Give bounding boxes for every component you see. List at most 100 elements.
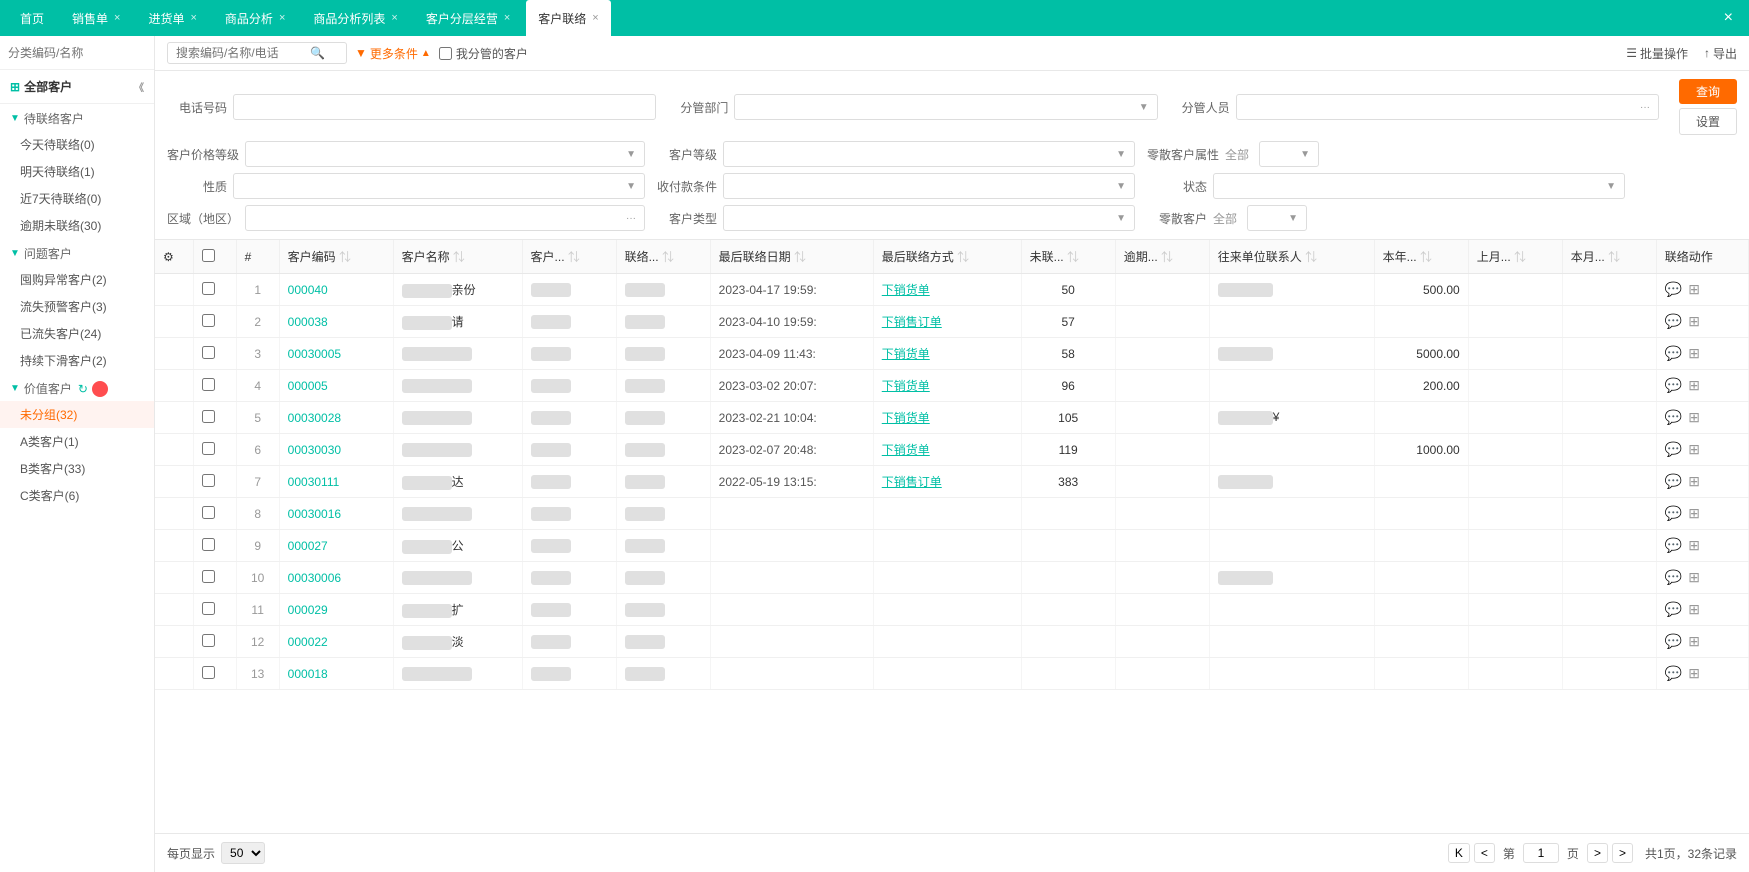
nav-product-analysis[interactable]: 商品分析 ×: [213, 0, 297, 36]
row-code[interactable]: 00030016: [279, 498, 393, 530]
row-code[interactable]: 000027: [279, 530, 393, 562]
row-last-contact-method[interactable]: 下销货单: [873, 434, 1021, 466]
close-product-analysis-list-tab[interactable]: ×: [391, 12, 397, 24]
phone-input[interactable]: [242, 100, 647, 114]
sidebar-group-problem[interactable]: ▼ 问题客户: [0, 239, 154, 266]
more-icon[interactable]: ⊞: [1688, 665, 1700, 682]
nav-sales[interactable]: 销售单 ×: [60, 0, 132, 36]
chat-icon[interactable]: 💬: [1665, 633, 1682, 650]
row-code[interactable]: 000005: [279, 370, 393, 402]
row-checkbox[interactable]: [194, 562, 237, 594]
row-select-checkbox[interactable]: [202, 282, 215, 295]
filter-select-customer-level[interactable]: ▼: [723, 141, 1135, 167]
chat-icon[interactable]: 💬: [1665, 665, 1682, 682]
col-customer-name[interactable]: 客户名称 ⇅: [393, 240, 522, 274]
chat-icon[interactable]: 💬: [1665, 441, 1682, 458]
col-last-contact-method[interactable]: 最后联络方式 ⇅: [873, 240, 1021, 274]
col-customer-type[interactable]: 客户... ⇅: [522, 240, 616, 274]
col-contact[interactable]: 联络... ⇅: [616, 240, 710, 274]
sidebar-item-unclassified[interactable]: 未分组(32): [0, 401, 154, 428]
more-icon[interactable]: ⊞: [1688, 441, 1700, 458]
row-checkbox[interactable]: [194, 466, 237, 498]
row-code[interactable]: 000022: [279, 626, 393, 658]
row-last-contact-method[interactable]: 下销货单: [873, 370, 1021, 402]
row-code[interactable]: 00030028: [279, 402, 393, 434]
row-select-checkbox[interactable]: [202, 474, 215, 487]
row-checkbox[interactable]: [194, 594, 237, 626]
row-code[interactable]: 000040: [279, 274, 393, 306]
next-page-btn[interactable]: >: [1587, 843, 1608, 863]
col-this-month[interactable]: 本月... ⇅: [1562, 240, 1656, 274]
row-last-contact-method[interactable]: 下销售订单: [873, 466, 1021, 498]
col-unit-contacts[interactable]: 往来单位联系人 ⇅: [1209, 240, 1374, 274]
row-checkbox[interactable]: [194, 530, 237, 562]
close-product-analysis-tab[interactable]: ×: [279, 12, 285, 24]
row-checkbox[interactable]: [194, 338, 237, 370]
row-last-contact-method[interactable]: [873, 658, 1021, 690]
sidebar-item-tomorrow-pending[interactable]: 明天待联络(1): [0, 158, 154, 185]
sidebar-group-value[interactable]: ▼ 价值客户 ↻: [0, 374, 154, 401]
col-overdue[interactable]: 逾期... ⇅: [1115, 240, 1209, 274]
chat-icon[interactable]: 💬: [1665, 345, 1682, 362]
filter-select-retail-customer[interactable]: ▼: [1247, 205, 1307, 231]
filter-select-dept[interactable]: ▼: [734, 94, 1157, 120]
row-select-checkbox[interactable]: [202, 538, 215, 551]
row-checkbox[interactable]: [194, 274, 237, 306]
row-last-contact-method[interactable]: [873, 626, 1021, 658]
chat-icon[interactable]: 💬: [1665, 537, 1682, 554]
sidebar-item-today-pending[interactable]: 今天待联络(0): [0, 131, 154, 158]
sidebar-group-pending[interactable]: ▼ 待联络客户: [0, 104, 154, 131]
row-select-checkbox[interactable]: [202, 314, 215, 327]
chat-icon[interactable]: 💬: [1665, 473, 1682, 490]
col-this-year[interactable]: 本年... ⇅: [1374, 240, 1468, 274]
sidebar-item-class-c[interactable]: C类客户(6): [0, 482, 154, 509]
nav-product-analysis-list[interactable]: 商品分析列表 ×: [301, 0, 409, 36]
more-icon[interactable]: ⊞: [1688, 377, 1700, 394]
row-code[interactable]: 000018: [279, 658, 393, 690]
more-icon[interactable]: ⊞: [1688, 345, 1700, 362]
chat-icon[interactable]: 💬: [1665, 409, 1682, 426]
sidebar-item-declining[interactable]: 持续下滑客户(2): [0, 347, 154, 374]
row-code[interactable]: 00030006: [279, 562, 393, 594]
row-select-checkbox[interactable]: [202, 378, 215, 391]
row-select-checkbox[interactable]: [202, 506, 215, 519]
row-code[interactable]: 000029: [279, 594, 393, 626]
sidebar-item-hoarding-abnormal[interactable]: 囤购异常客户(2): [0, 266, 154, 293]
chat-icon[interactable]: 💬: [1665, 313, 1682, 330]
col-no-contact[interactable]: 未联... ⇅: [1021, 240, 1115, 274]
chat-icon[interactable]: 💬: [1665, 281, 1682, 298]
sidebar-item-overdue-pending[interactable]: 逾期未联络(30): [0, 212, 154, 239]
first-page-btn[interactable]: K: [1448, 843, 1470, 863]
row-last-contact-method[interactable]: 下销货单: [873, 274, 1021, 306]
chat-icon[interactable]: 💬: [1665, 601, 1682, 618]
row-checkbox[interactable]: [194, 498, 237, 530]
filter-select-status[interactable]: ▼: [1213, 173, 1625, 199]
more-icon[interactable]: ⊞: [1688, 537, 1700, 554]
row-checkbox[interactable]: [194, 434, 237, 466]
page-size-select[interactable]: 50: [221, 842, 265, 864]
col-customer-code[interactable]: 客户编码 ⇅: [279, 240, 393, 274]
filter-select-payment[interactable]: ▼: [723, 173, 1135, 199]
col-settings[interactable]: ⚙: [155, 240, 194, 274]
last-page-btn[interactable]: >: [1612, 843, 1633, 863]
chat-icon[interactable]: 💬: [1665, 569, 1682, 586]
row-checkbox[interactable]: [194, 658, 237, 690]
sidebar-item-churn-warning[interactable]: 流失预警客户(3): [0, 293, 154, 320]
row-checkbox[interactable]: [194, 626, 237, 658]
nav-purchase[interactable]: 进货单 ×: [136, 0, 208, 36]
sidebar-item-churned[interactable]: 已流失客户(24): [0, 320, 154, 347]
filter-select-nature[interactable]: ▼: [233, 173, 645, 199]
row-last-contact-method[interactable]: [873, 562, 1021, 594]
chat-icon[interactable]: 💬: [1665, 377, 1682, 394]
my-customers-filter[interactable]: 我分管的客户: [439, 45, 528, 62]
filter-select-customer-type[interactable]: ▼: [723, 205, 1135, 231]
row-select-checkbox[interactable]: [202, 410, 215, 423]
row-select-checkbox[interactable]: [202, 666, 215, 679]
sidebar-search-input[interactable]: [8, 46, 155, 60]
col-last-contact-date[interactable]: 最后联络日期 ⇅: [710, 240, 873, 274]
more-icon[interactable]: ⊞: [1688, 601, 1700, 618]
close-customer-segment-tab[interactable]: ×: [504, 12, 510, 24]
nav-home[interactable]: 首页: [8, 0, 56, 36]
filter-select-retail-attr[interactable]: ▼: [1259, 141, 1319, 167]
row-code[interactable]: 00030111: [279, 466, 393, 498]
